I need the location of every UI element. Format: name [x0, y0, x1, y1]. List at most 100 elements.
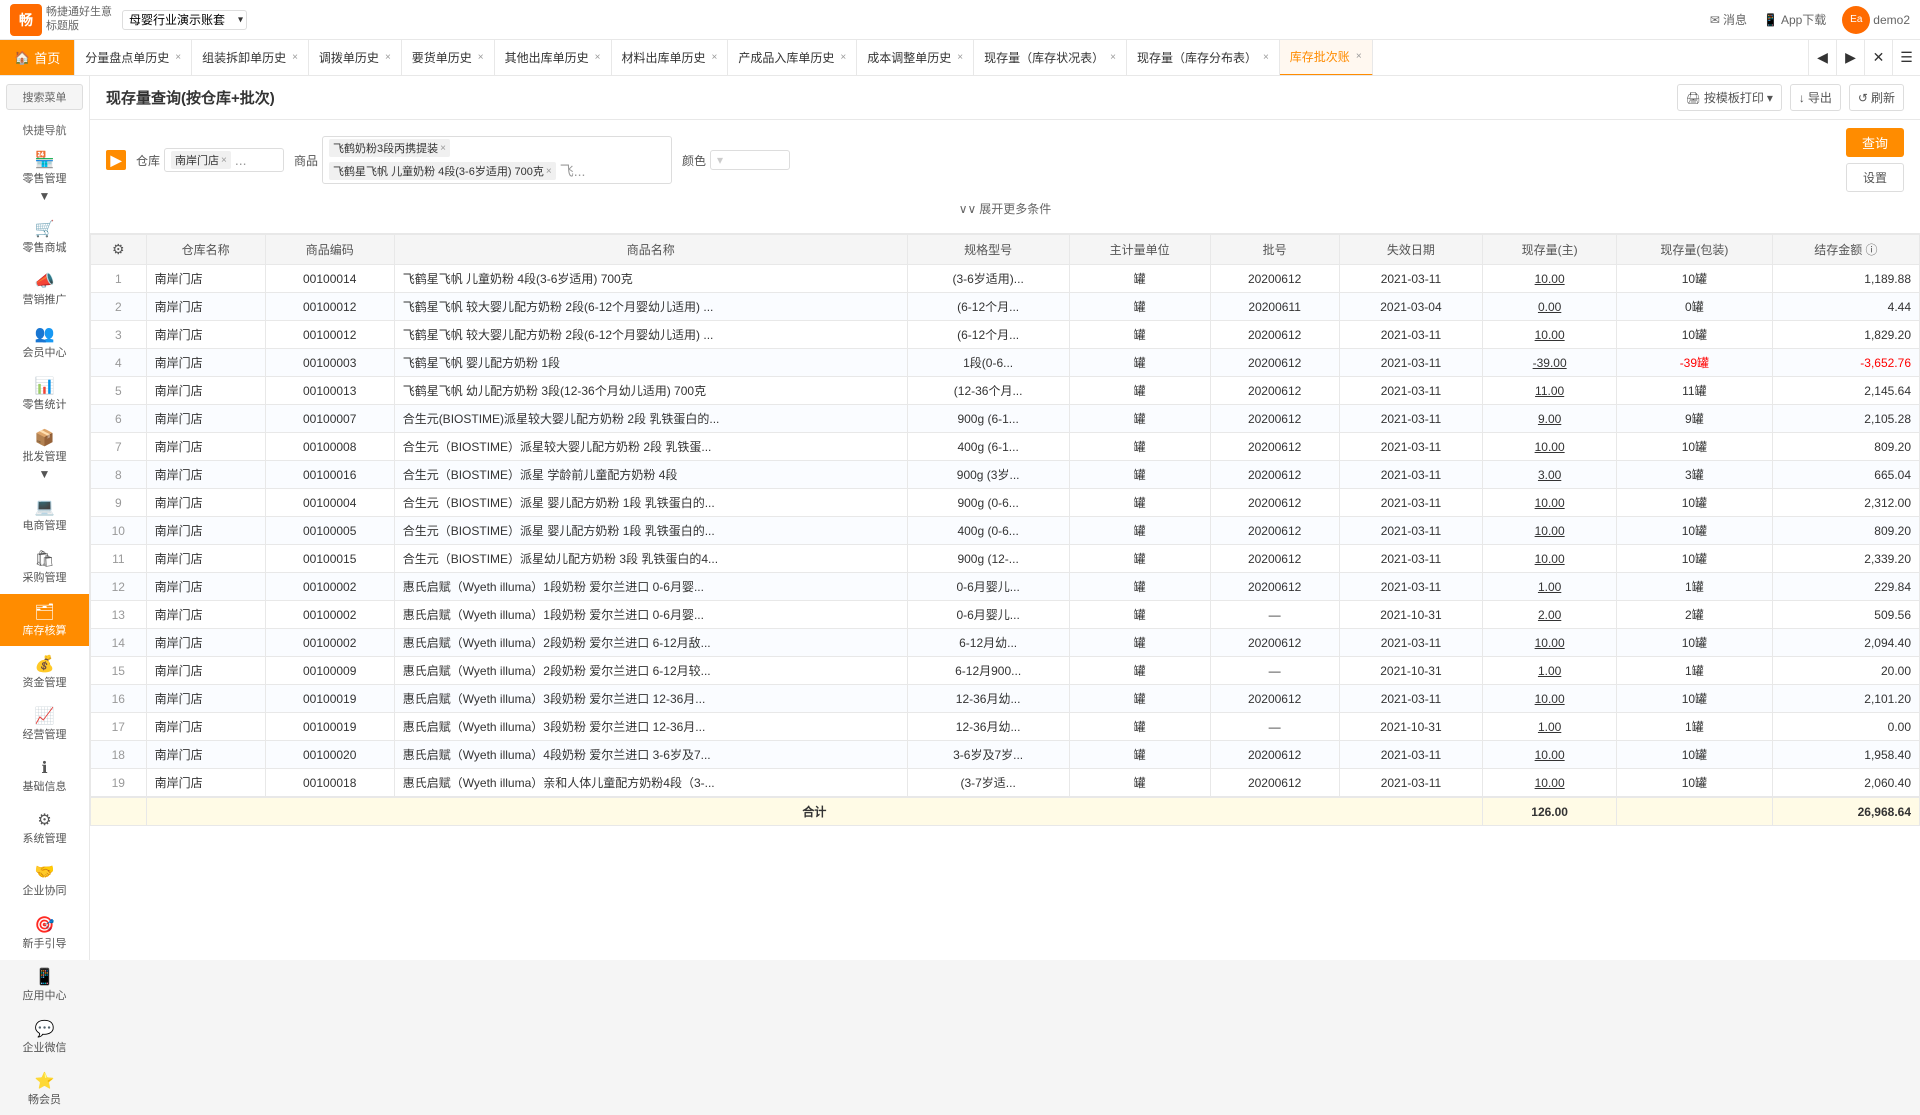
sidebar-item-purchase[interactable]: 🛍 采购管理 — [0, 541, 89, 593]
col-settings[interactable]: ⚙ — [91, 235, 147, 265]
tab-close-material-out[interactable]: × — [712, 52, 718, 63]
tab-menu-btn[interactable]: ☰ — [1892, 40, 1920, 76]
tab-cost-adjust[interactable]: 成本调整单历史 × — [857, 40, 974, 76]
tab-other-out[interactable]: 其他出库单历史 × — [495, 40, 612, 76]
sidebar-item-inventory[interactable]: 🗂 库存核算 — [0, 594, 89, 646]
cell-qty-main[interactable]: 1.00 — [1483, 657, 1617, 685]
tab-split-inventory[interactable]: 分量盘点单历史 × — [75, 40, 192, 76]
sidebar-item-finance[interactable]: 💰 资金管理 — [0, 646, 89, 698]
cell-unit: 罐 — [1069, 321, 1210, 349]
tab-close-cost-adjust[interactable]: × — [957, 52, 963, 63]
workspace-selector[interactable]: 母婴行业演示账套 — [122, 10, 247, 30]
cell-qty-main[interactable]: 0.00 — [1483, 293, 1617, 321]
tab-prev-btn[interactable]: ◀ — [1808, 40, 1836, 76]
tab-home[interactable]: 🏠 首页 — [0, 40, 75, 76]
sidebar-item-wholesale-mgmt[interactable]: 📦 批发管理 ▼ — [0, 420, 89, 489]
cell-qty-main[interactable]: 10.00 — [1483, 769, 1617, 798]
cell-qty-main[interactable]: 10.00 — [1483, 685, 1617, 713]
cell-amount: 0.00 — [1772, 713, 1919, 741]
sidebar-item-system[interactable]: ⚙ 系统管理 — [0, 802, 89, 854]
tab-disassemble[interactable]: 组装拆卸单历史 × — [192, 40, 309, 76]
cell-qty-main[interactable]: 10.00 — [1483, 629, 1617, 657]
tab-close-inventory-dist[interactable]: × — [1263, 52, 1269, 63]
tab-inventory-dist[interactable]: 现存量（库存分布表） × — [1127, 40, 1280, 76]
product-more[interactable]: 飞... — [560, 161, 586, 181]
warehouse-more[interactable]: ... — [235, 152, 247, 168]
cell-spec: (3-7岁适... — [907, 769, 1069, 798]
cell-qty-main[interactable]: 10.00 — [1483, 433, 1617, 461]
summary-empty-1 — [91, 797, 147, 826]
tab-transfer[interactable]: 调拨单历史 × — [309, 40, 402, 76]
product-tag-box[interactable]: 飞鹤奶粉3段丙携提装 × 飞鹤星飞帆 儿童奶粉 4段(3-6岁适用) 700克 … — [322, 136, 672, 184]
enterprise-coop-icon: 🤝 — [35, 862, 55, 882]
tab-close-requisition[interactable]: × — [478, 52, 484, 63]
sidebar-item-enterprise-wechat[interactable]: 💬 企业微信 — [0, 1011, 89, 1063]
refresh-btn[interactable]: ↺ 刷新 — [1849, 84, 1904, 111]
filter-expand-icon[interactable]: ▶ — [106, 150, 126, 170]
sidebar-item-retail-mgmt[interactable]: 🏪 零售管理 ▼ — [0, 142, 89, 211]
cell-qty-main[interactable]: 3.00 — [1483, 461, 1617, 489]
tab-close-other-out[interactable]: × — [595, 52, 601, 63]
inventory-table-container: ⚙ 仓库名称 商品编码 商品名称 规格型号 主计量单位 批号 失效日期 现存量(… — [90, 234, 1920, 960]
cell-qty-main[interactable]: 1.00 — [1483, 713, 1617, 741]
query-btn[interactable]: 查询 — [1846, 128, 1904, 157]
cell-qty-main[interactable]: 10.00 — [1483, 741, 1617, 769]
sidebar-item-member-center[interactable]: 👥 会员中心 — [0, 316, 89, 368]
template-print-btn[interactable]: 🖨 按模板打印 ▾ — [1677, 84, 1782, 111]
expand-more-btn[interactable]: ∨∨ 展开更多条件 — [951, 196, 1060, 221]
sidebar-item-marketing[interactable]: 📣 营销推广 — [0, 263, 89, 315]
sidebar-item-ops[interactable]: 📈 经营管理 — [0, 698, 89, 750]
cell-qty-pkg: 1罐 — [1617, 657, 1773, 685]
sidebar-item-basic-info[interactable]: ℹ 基础信息 — [0, 750, 89, 802]
sidebar-item-app-center[interactable]: 📱 应用中心 — [0, 959, 89, 1011]
tab-next-btn[interactable]: ▶ — [1836, 40, 1864, 76]
cell-qty-main[interactable]: 10.00 — [1483, 321, 1617, 349]
export-btn[interactable]: ↓ 导出 — [1790, 84, 1841, 111]
tab-batch-account[interactable]: 库存批次账 × — [1280, 40, 1373, 76]
user-menu[interactable]: Ea demo2 — [1842, 6, 1910, 34]
search-menu-btn[interactable]: 搜索菜单 — [6, 84, 83, 110]
cell-qty-main[interactable]: -39.00 — [1483, 349, 1617, 377]
cell-no: 9 — [91, 489, 147, 517]
table-row: 18 南岸门店 00100020 惠氏启赋（Wyeth illuma）4段奶粉 … — [91, 741, 1920, 769]
cell-qty-main[interactable]: 1.00 — [1483, 573, 1617, 601]
tab-close-product-in[interactable]: × — [840, 52, 846, 63]
warehouse-tag-close[interactable]: × — [221, 155, 227, 166]
message-btn[interactable]: ✉ 消息 — [1710, 11, 1747, 28]
cell-qty-main[interactable]: 11.00 — [1483, 377, 1617, 405]
cell-expire: 2021-03-11 — [1339, 741, 1483, 769]
color-dropdown-icon: ▾ — [717, 153, 723, 167]
tab-close-inventory-status[interactable]: × — [1110, 52, 1116, 63]
sidebar-item-new-guide[interactable]: 🎯 新手引导 — [0, 907, 89, 959]
workspace-select[interactable]: 母婴行业演示账套 — [122, 10, 247, 30]
tab-material-out[interactable]: 材料出库单历史 × — [612, 40, 729, 76]
cell-qty-main[interactable]: 10.00 — [1483, 489, 1617, 517]
warehouse-tag-box[interactable]: 南岸门店 × ... — [164, 148, 284, 172]
sidebar-item-retail-mall[interactable]: 🛒 零售商城 — [0, 211, 89, 263]
product-tag-2-close[interactable]: × — [546, 166, 552, 177]
cell-qty-main[interactable]: 10.00 — [1483, 265, 1617, 293]
product-filter: 商品 飞鹤奶粉3段丙携提装 × 飞鹤星飞帆 儿童奶粉 4段(3-6岁适用) 70… — [294, 136, 672, 184]
tab-close-current-btn[interactable]: ✕ — [1864, 40, 1892, 76]
sidebar-item-member[interactable]: ⭐ 畅会员 — [0, 1063, 89, 1115]
cell-qty-main[interactable]: 2.00 — [1483, 601, 1617, 629]
cell-expire: 2021-03-11 — [1339, 321, 1483, 349]
color-filter-box[interactable]: ▾ — [710, 150, 790, 170]
cell-qty-main[interactable]: 10.00 — [1483, 545, 1617, 573]
sidebar-item-retail-stats[interactable]: 📊 零售统计 — [0, 368, 89, 420]
tab-requisition[interactable]: 要货单历史 × — [402, 40, 495, 76]
tab-close-split-inventory[interactable]: × — [175, 52, 181, 63]
cell-batch: 20200612 — [1210, 489, 1339, 517]
settings-btn[interactable]: 设置 — [1846, 163, 1904, 192]
tab-product-in[interactable]: 产成品入库单历史 × — [728, 40, 857, 76]
cell-qty-main[interactable]: 9.00 — [1483, 405, 1617, 433]
sidebar-item-enterprise-coop[interactable]: 🤝 企业协同 — [0, 854, 89, 906]
app-download-btn[interactable]: 📱 App下载 — [1763, 11, 1826, 28]
tab-close-transfer[interactable]: × — [385, 52, 391, 63]
sidebar-item-ecommerce[interactable]: 💻 电商管理 — [0, 489, 89, 541]
cell-qty-main[interactable]: 10.00 — [1483, 517, 1617, 545]
tab-close-batch-account[interactable]: × — [1356, 51, 1362, 62]
tab-inventory-status[interactable]: 现存量（库存状况表） × — [974, 40, 1127, 76]
product-tag-1-close[interactable]: × — [440, 143, 446, 154]
tab-close-disassemble[interactable]: × — [292, 52, 298, 63]
